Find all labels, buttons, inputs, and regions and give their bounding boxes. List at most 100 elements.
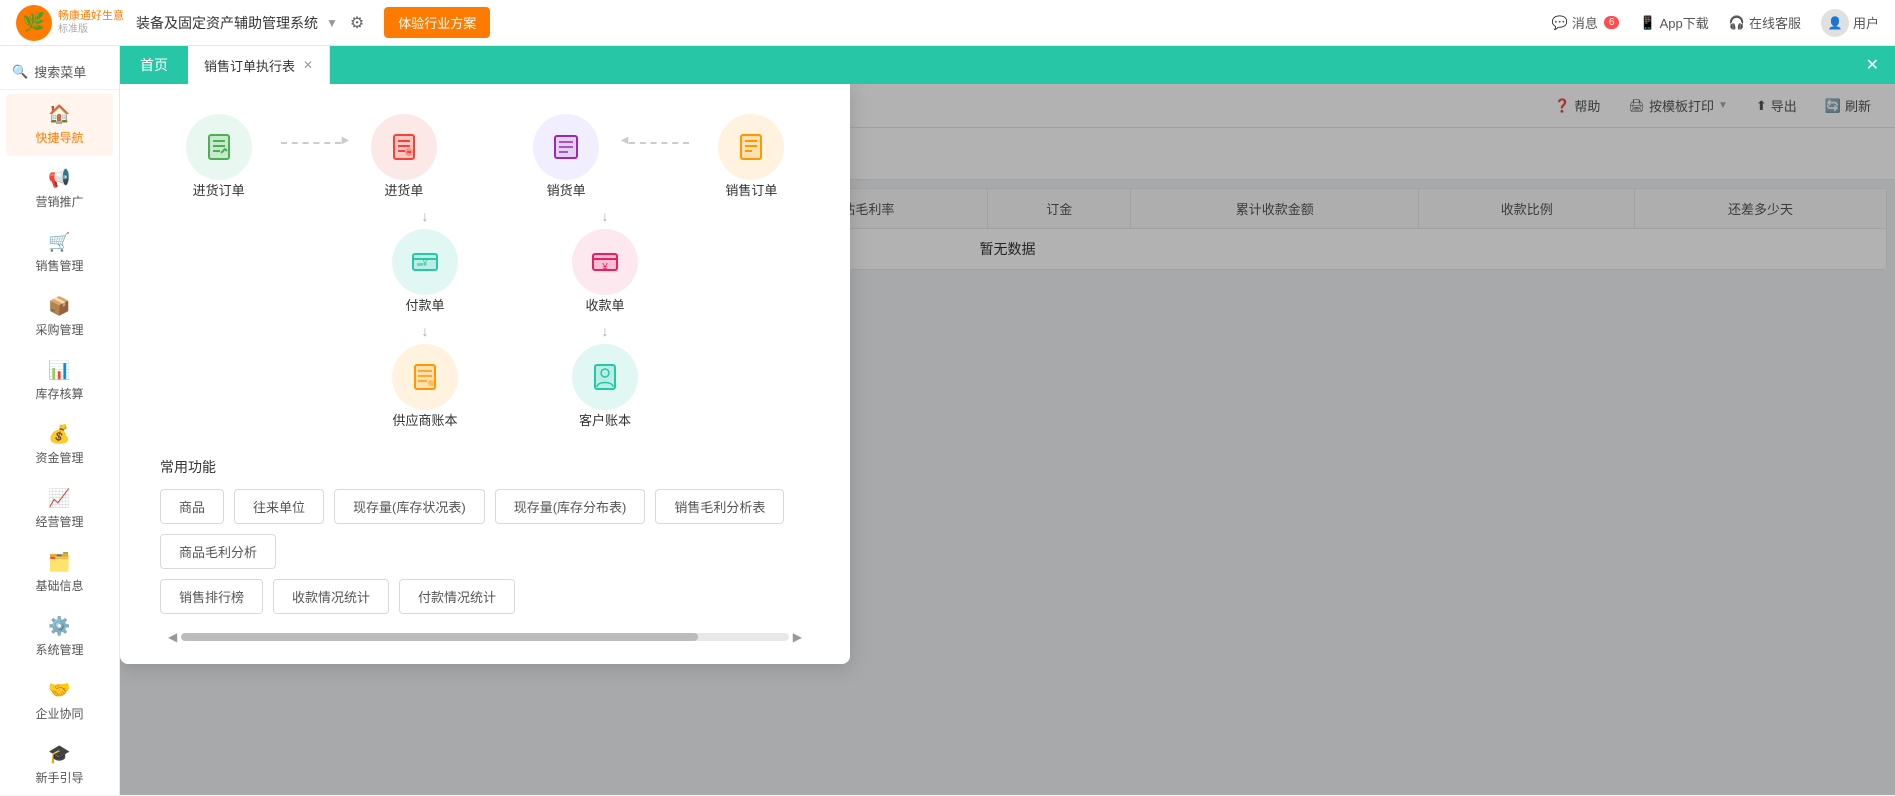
finance-icon: 💰	[48, 424, 70, 445]
sidebar-item-inventory[interactable]: 📊 库存核算	[6, 350, 113, 412]
tab-home[interactable]: 首页	[120, 46, 188, 84]
sidebar-item-quick-nav[interactable]: 🏠 快捷导航	[6, 94, 113, 156]
purchase-order-circle[interactable]	[186, 114, 252, 180]
sidebar-item-label: 系统管理	[35, 641, 83, 658]
sidebar-item-sales[interactable]: 🛒 销售管理	[6, 222, 113, 284]
message-badge: 6	[1604, 16, 1620, 29]
sidebar-item-label: 快捷导航	[35, 129, 83, 146]
tab-close-icon[interactable]: ✕	[303, 58, 313, 72]
newbie-icon: 🎓	[48, 744, 70, 765]
func-btn-payment-stats[interactable]: 付款情况统计	[399, 579, 515, 614]
down-arrow-receipt: ↓	[540, 324, 670, 338]
func-btn-receipt-stats[interactable]: 收款情况统计	[273, 579, 389, 614]
down-arrow-purchase-bill: ↓	[360, 209, 490, 223]
headset-icon: 🎧	[1729, 15, 1745, 31]
search-menu[interactable]: 🔍 搜索菜单	[0, 54, 119, 90]
customer-account-circle[interactable]	[572, 344, 638, 410]
top-header: 🌿 畅康通好生意 标准版 装备及固定资产辅助管理系统 ▼ ⚙ 体验行业方案 💬 …	[0, 0, 1895, 46]
customer-account-icon	[589, 361, 621, 393]
svg-text:¥: ¥	[601, 262, 608, 273]
popup-overlay: 进货订单	[120, 84, 1895, 795]
header-right: 💬 消息 6 📱 App下载 🎧 在线客服 👤 用户	[1552, 9, 1879, 37]
sales-bill-circle[interactable]	[533, 114, 599, 180]
common-title: 常用功能	[160, 457, 810, 477]
sidebar-item-label: 新手引导	[35, 769, 83, 786]
sales-order-circle[interactable]	[718, 114, 784, 180]
sales-order-icon	[735, 131, 767, 163]
flow-popup: 进货订单	[120, 84, 850, 664]
receipt-circle[interactable]: ¥	[572, 229, 638, 295]
func-btn-product[interactable]: 商品	[160, 489, 224, 524]
arrow-sales-order-to-bill	[629, 142, 689, 144]
purchase-bill-icon	[388, 131, 420, 163]
sidebar-item-operation[interactable]: 📈 经营管理	[6, 478, 113, 540]
message-action[interactable]: 💬 消息 6	[1552, 13, 1620, 32]
scroll-left-arrow[interactable]: ◀	[168, 630, 177, 644]
sidebar-item-purchase[interactable]: 📦 采购管理	[6, 286, 113, 348]
dropdown-arrow-icon[interactable]: ▼	[326, 16, 338, 30]
supplier-account-circle[interactable]	[392, 344, 458, 410]
message-icon: 💬	[1552, 15, 1568, 31]
down-arrow-sales-bill: ↓	[540, 209, 670, 223]
sidebar-item-basic-info[interactable]: 🗂️ 基础信息	[6, 542, 113, 604]
content-area: 首页 销售订单执行表 ✕ ✕ ❓ 帮助 🖨 按模板打印 ▼	[120, 46, 1895, 795]
down-arrow-payment: ↓	[360, 324, 490, 338]
logo-area: 🌿 畅康通好生意 标准版	[16, 5, 136, 41]
tab-close-main[interactable]: ✕	[1850, 55, 1895, 75]
system-title: 装备及固定资产辅助管理系统	[136, 13, 318, 33]
func-btn-partners[interactable]: 往来单位	[234, 489, 324, 524]
supplier-account-icon	[409, 361, 441, 393]
experience-btn[interactable]: 体验行业方案	[384, 7, 490, 38]
scroll-right-arrow[interactable]: ▶	[793, 630, 802, 644]
common-functions: 常用功能 商品 往来单位 现存量(库存状况表) 现存量(库存分布表) 销售毛利分…	[160, 457, 810, 614]
func-btn-sales-ranking[interactable]: 销售排行榜	[160, 579, 263, 614]
inventory-icon: 📊	[48, 360, 70, 381]
tab-sales-order-exec[interactable]: 销售订单执行表 ✕	[188, 46, 330, 84]
online-service-action[interactable]: 🎧 在线客服	[1729, 13, 1801, 32]
payment-node: ¥ 付款单	[360, 229, 490, 314]
func-btn-stock-status[interactable]: 现存量(库存状况表)	[334, 489, 485, 524]
sidebar-item-label: 资金管理	[35, 449, 83, 466]
customer-account-node: 客户账本	[540, 344, 670, 429]
sidebar-item-label: 库存核算	[35, 385, 83, 402]
flow-row-arrows: ↓ ↓	[160, 207, 810, 225]
sidebar-item-system[interactable]: ⚙️ 系统管理	[6, 606, 113, 668]
app-download-action[interactable]: 📱 App下载	[1639, 13, 1708, 32]
search-icon: 🔍	[12, 64, 28, 80]
func-btn-stock-dist[interactable]: 现存量(库存分布表)	[495, 489, 646, 524]
flow-row-arrows2: ↓ ↓	[160, 322, 810, 340]
purchase-order-icon	[203, 131, 235, 163]
sidebar-item-label: 采购管理	[35, 321, 83, 338]
supplier-account-node: 供应商账本	[360, 344, 490, 429]
sales-order-node: 销售订单	[693, 114, 810, 199]
purchase-bill-circle[interactable]	[371, 114, 437, 180]
func-row-2: 销售排行榜 收款情况统计 付款情况统计	[160, 579, 810, 614]
payment-icon: ¥	[409, 246, 441, 278]
sidebar-item-newbie[interactable]: 🎓 新手引导	[6, 734, 113, 796]
func-btn-sales-profit[interactable]: 销售毛利分析表	[655, 489, 784, 524]
scroll-track[interactable]	[181, 633, 789, 641]
sales-bill-node: 销货单	[508, 114, 625, 199]
system-icon: ⚙️	[48, 616, 70, 637]
sidebar-item-enterprise[interactable]: 🤝 企业协同	[6, 670, 113, 732]
scrollbar-area[interactable]: ◀ ▶	[160, 624, 810, 644]
avatar: 👤	[1821, 9, 1849, 37]
tab-bar: 首页 销售订单执行表 ✕ ✕	[120, 46, 1895, 84]
enterprise-icon: 🤝	[48, 680, 70, 701]
phone-icon: 📱	[1639, 15, 1655, 31]
payment-circle[interactable]: ¥	[392, 229, 458, 295]
func-btn-product-profit[interactable]: 商品毛利分析	[160, 534, 276, 569]
sidebar-item-finance[interactable]: 💰 资金管理	[6, 414, 113, 476]
operation-icon: 📈	[48, 488, 70, 509]
sidebar-item-label: 企业协同	[35, 705, 83, 722]
flow-diagram: 进货订单	[160, 114, 810, 437]
sidebar-item-label: 经营管理	[35, 513, 83, 530]
sales-bill-icon	[550, 131, 582, 163]
sidebar-item-marketing[interactable]: 📢 营销推广	[6, 158, 113, 220]
settings-icon[interactable]: ⚙	[350, 13, 364, 33]
quick-nav-icon: 🏠	[48, 104, 70, 125]
flow-row-top: 进货订单	[160, 114, 810, 199]
func-row-1: 商品 往来单位 现存量(库存状况表) 现存量(库存分布表) 销售毛利分析表 商品…	[160, 489, 810, 569]
basic-info-icon: 🗂️	[48, 552, 70, 573]
user-action[interactable]: 👤 用户	[1821, 9, 1879, 37]
